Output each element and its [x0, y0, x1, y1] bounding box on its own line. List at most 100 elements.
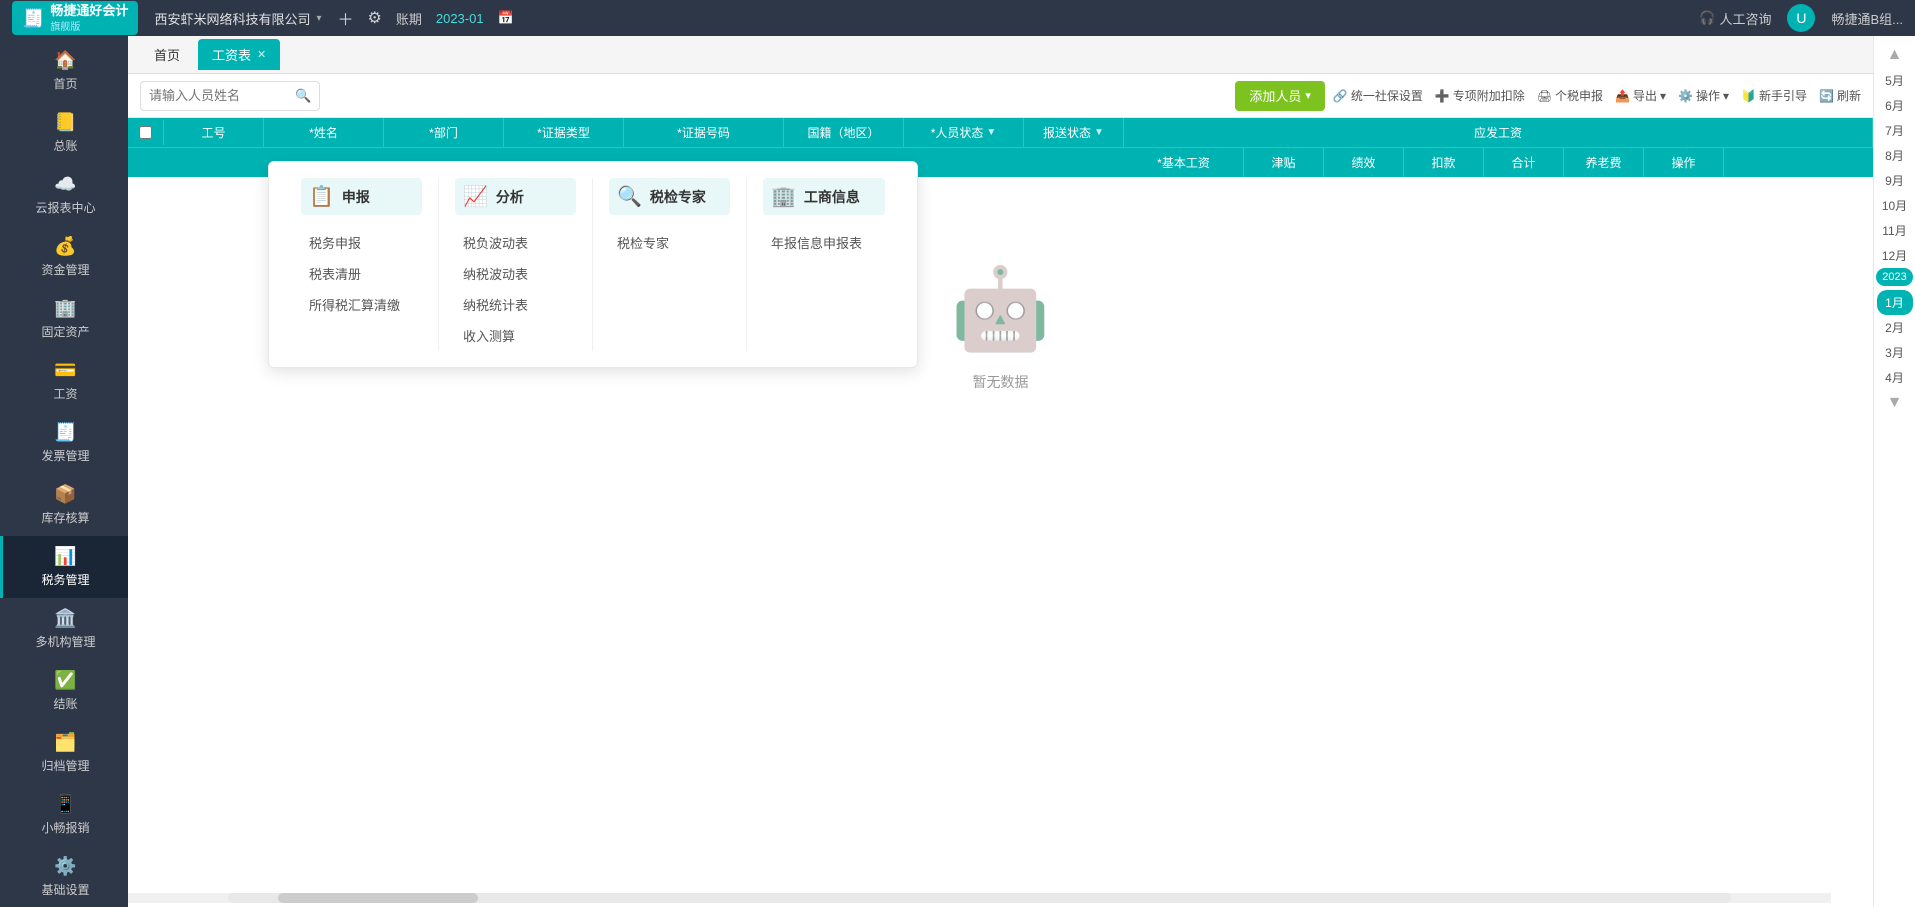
export-label: 导出: [1633, 87, 1657, 104]
dropdown-item-tax-burden[interactable]: 税负波动表: [455, 227, 576, 258]
refresh-label: 刷新: [1837, 87, 1861, 104]
expert-header-icon: 🔍: [617, 184, 642, 209]
th2-base: *基本工资: [1124, 148, 1244, 177]
top-bar-right: 🎧 人工咨询 U 畅捷通B组...: [1699, 4, 1903, 32]
year-2023-label: 2023: [1876, 268, 1912, 286]
refresh-icon: 🔄: [1819, 89, 1834, 103]
dropdown-header-business: 🏢 工商信息: [763, 178, 885, 215]
dropdown-col-expert: 🔍 税检专家 税检专家: [593, 178, 747, 351]
month-item-10[interactable]: 10月: [1877, 193, 1913, 218]
month-item-11[interactable]: 11月: [1877, 218, 1913, 243]
dropdown-header-analysis: 📈 分析: [455, 178, 576, 215]
sidebar-item-home[interactable]: 🏠 首页: [0, 40, 128, 102]
add-person-button[interactable]: 添加人员 ▾: [1235, 81, 1325, 111]
month-item-6[interactable]: 6月: [1877, 93, 1913, 118]
th-status: *人员状态 ▼: [904, 118, 1024, 147]
month-item-9[interactable]: 9月: [1877, 168, 1913, 193]
sidebar-item-archive[interactable]: 🗂️ 归档管理: [0, 722, 128, 784]
tab-home[interactable]: 首页: [140, 39, 194, 70]
unified-social-btn[interactable]: 🔗 统一社保设置: [1333, 87, 1423, 104]
tab-close-icon[interactable]: ✕: [257, 48, 266, 61]
sidebar-label-multi: 多机构管理: [35, 633, 95, 650]
dropdown-item-income-settle[interactable]: 所得税汇算清缴: [301, 289, 422, 320]
expert-header-label: 税检专家: [650, 187, 706, 207]
sidebar-item-cloud[interactable]: ☁️ 云报表中心: [0, 164, 128, 226]
user-name: 畅捷通B组...: [1831, 9, 1903, 28]
home-icon: 🏠: [54, 50, 76, 71]
sidebar-item-funds[interactable]: 💰 资金管理: [0, 226, 128, 288]
right-sidebar: ▲ 5月 6月 7月 8月 9月 10月 11月 12月 2023 1月 2: [1873, 36, 1915, 907]
sidebar-item-salary[interactable]: 💳 工资: [0, 350, 128, 412]
sidebar-label-ledger: 总账: [53, 137, 77, 154]
dropdown-item-tax-declare[interactable]: 税务申报: [301, 227, 422, 258]
scroll-thumb[interactable]: [278, 893, 478, 903]
company-name: 西安虾米网络科技有限公司: [154, 9, 310, 28]
month-item-7[interactable]: 7月: [1877, 118, 1913, 143]
special-deduct-btn[interactable]: ➕ 专项附加扣除: [1435, 87, 1525, 104]
dropdown-item-tax-expert[interactable]: 税检专家: [609, 227, 730, 258]
right-sidebar-down-arrow[interactable]: ▼: [1883, 390, 1907, 416]
add-person-label: 添加人员: [1249, 86, 1301, 105]
dropdown-item-annual-report[interactable]: 年报信息申报表: [763, 227, 885, 258]
month-item-1[interactable]: 1月: [1877, 290, 1913, 315]
month-item-2[interactable]: 2月: [1877, 315, 1913, 340]
horizontal-scrollbar[interactable]: [228, 893, 1731, 903]
logo-icon: 🧾: [22, 8, 44, 29]
add-company-icon[interactable]: ＋: [337, 6, 353, 30]
help-btn[interactable]: 🎧 人工咨询: [1699, 9, 1771, 28]
sidebar-item-multi[interactable]: 🏛️ 多机构管理: [0, 598, 128, 660]
company-selector[interactable]: 西安虾米网络科技有限公司 ▾: [154, 9, 321, 28]
sidebar-item-assets[interactable]: 🏢 固定资产: [0, 288, 128, 350]
export-btn[interactable]: 📤 导出 ▾: [1615, 87, 1666, 104]
dropdown-item-tax-payment[interactable]: 纳税波动表: [455, 258, 576, 289]
dropdown-item-tax-stat[interactable]: 纳税统计表: [455, 289, 576, 320]
month-item-3[interactable]: 3月: [1877, 340, 1913, 365]
refresh-btn[interactable]: 🔄 刷新: [1819, 87, 1861, 104]
select-all-checkbox[interactable]: [139, 126, 152, 139]
sidebar-item-xiaochang[interactable]: 📱 小畅报销: [0, 784, 128, 846]
tab-salary-table[interactable]: 工资表 ✕: [198, 39, 280, 70]
inventory-icon: 📦: [54, 484, 76, 505]
sidebar-item-checkout[interactable]: ✅ 结账: [0, 660, 128, 722]
sidebar-item-invoice[interactable]: 🧾 发票管理: [0, 412, 128, 474]
funds-icon: 💰: [54, 236, 76, 257]
tab-salary-label: 工资表: [212, 45, 251, 64]
dropdown-item-tax-clearance[interactable]: 税表清册: [301, 258, 422, 289]
operations-btn[interactable]: ⚙️ 操作 ▾: [1678, 87, 1729, 104]
tax-return-btn[interactable]: 🖨 个税申报: [1537, 87, 1603, 104]
dropdown-item-income-calc[interactable]: 收入测算: [455, 320, 576, 351]
right-sidebar-up-arrow[interactable]: ▲: [1883, 42, 1907, 68]
month-item-12[interactable]: 12月: [1877, 243, 1913, 268]
tab-bar: 首页 工资表 ✕: [128, 36, 1873, 74]
sidebar: 🏠 首页 📒 总账 ☁️ 云报表中心 💰 资金管理 🏢 固定资产 💳 工资 🧾 …: [0, 36, 128, 907]
status-filter-icon[interactable]: ▼: [986, 127, 996, 138]
ops-chevron-icon: ▾: [1723, 89, 1729, 103]
analysis-header-icon: 📈: [463, 184, 488, 209]
special-deduct-label: 专项附加扣除: [1453, 87, 1525, 104]
add-person-dropdown-icon: ▾: [1305, 89, 1311, 102]
sidebar-item-tax[interactable]: 📊 税务管理: [0, 536, 128, 598]
app-logo: 🧾 畅捷通好会计 旗舰版: [12, 1, 138, 36]
sidebar-item-settings[interactable]: ⚙️ 基础设置: [0, 846, 128, 907]
user-avatar[interactable]: U: [1787, 4, 1815, 32]
month-item-5[interactable]: 5月: [1877, 68, 1913, 93]
multi-icon: 🏛️: [54, 608, 76, 629]
archive-icon: 🗂️: [54, 732, 76, 753]
calendar-icon[interactable]: 📅: [498, 10, 514, 26]
month-item-4[interactable]: 4月: [1877, 365, 1913, 390]
search-icon: 🔍: [295, 88, 311, 104]
settings-icon[interactable]: ⚙: [368, 8, 382, 28]
report-filter-icon[interactable]: ▼: [1094, 127, 1104, 138]
th-checkbox[interactable]: [128, 120, 164, 145]
month-item-8[interactable]: 8月: [1877, 143, 1913, 168]
th2-perf: 绩效: [1324, 148, 1404, 177]
tab-home-label: 首页: [154, 45, 180, 64]
newguide-btn[interactable]: 🔰 新手引导: [1741, 87, 1807, 104]
special-deduct-icon: ➕: [1435, 89, 1450, 103]
sidebar-item-inventory[interactable]: 📦 库存核算: [0, 474, 128, 536]
search-input[interactable]: [149, 88, 289, 103]
search-box: 🔍: [140, 81, 320, 111]
th-nation: 国籍（地区）: [784, 118, 904, 147]
sidebar-item-ledger[interactable]: 📒 总账: [0, 102, 128, 164]
th2-deduct: 扣款: [1404, 148, 1484, 177]
